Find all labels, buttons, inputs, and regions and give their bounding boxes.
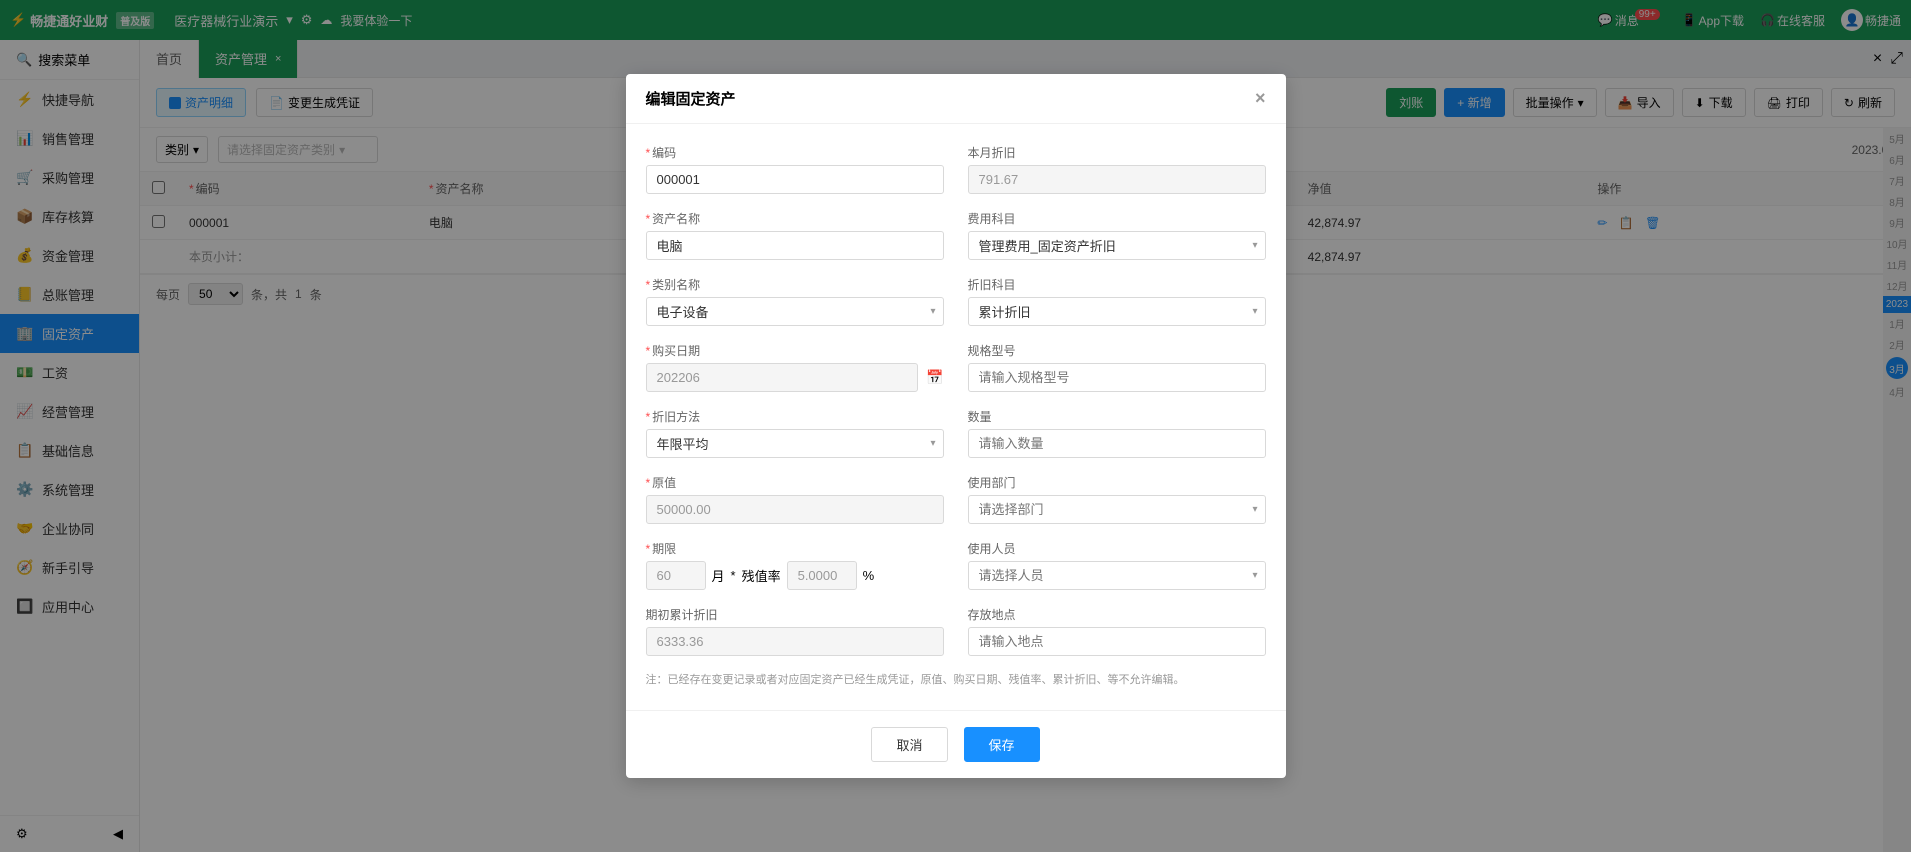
period-row: 月 * 残值率 % bbox=[646, 561, 944, 590]
form-item-code: * 编码 bbox=[646, 144, 944, 194]
residual-rate-input bbox=[787, 561, 857, 590]
form-item-initial-dep: 期初累计折旧 bbox=[646, 606, 944, 656]
dep-method-input[interactable] bbox=[646, 429, 944, 458]
initial-dep-input bbox=[646, 627, 944, 656]
edit-dialog: 编辑固定资产 × * 编码 本月折旧 bbox=[626, 74, 1286, 778]
form-item-period: * 期限 月 * 残值率 % bbox=[646, 540, 944, 590]
period-input bbox=[646, 561, 706, 590]
department-select-wrapper: ▾ bbox=[968, 495, 1266, 524]
form-item-purchase-date: * 购买日期 📅 bbox=[646, 342, 944, 392]
category-input[interactable] bbox=[646, 297, 944, 326]
cancel-button[interactable]: 取消 bbox=[871, 727, 947, 762]
dep-method-label: * 折旧方法 bbox=[646, 408, 944, 425]
name-input[interactable] bbox=[646, 231, 944, 260]
expense-subject-select-wrapper: ▾ bbox=[968, 231, 1266, 260]
user-input[interactable] bbox=[968, 561, 1266, 590]
save-button[interactable]: 保存 bbox=[964, 727, 1040, 762]
original-value-input bbox=[646, 495, 944, 524]
dep-subject-label: 折旧科目 bbox=[968, 276, 1266, 293]
user-select-wrapper: ▾ bbox=[968, 561, 1266, 590]
dialog-header: 编辑固定资产 × bbox=[626, 74, 1286, 124]
dialog-footer: 取消 保存 bbox=[626, 710, 1286, 778]
initial-dep-label: 期初累计折旧 bbox=[646, 606, 944, 623]
storage-input[interactable] bbox=[968, 627, 1266, 656]
dep-subject-input[interactable] bbox=[968, 297, 1266, 326]
spec-input[interactable] bbox=[968, 363, 1266, 392]
department-label: 使用部门 bbox=[968, 474, 1266, 491]
original-value-label: * 原值 bbox=[646, 474, 944, 491]
category-select-wrapper: ▾ bbox=[646, 297, 944, 326]
form-grid: * 编码 本月折旧 * 资产名称 bbox=[646, 144, 1266, 690]
form-item-dep-subject: 折旧科目 ▾ bbox=[968, 276, 1266, 326]
quantity-label: 数量 bbox=[968, 408, 1266, 425]
form-item-user: 使用人员 ▾ bbox=[968, 540, 1266, 590]
dep-subject-select-wrapper: ▾ bbox=[968, 297, 1266, 326]
form-item-quantity: 数量 bbox=[968, 408, 1266, 458]
form-item-expense-subject: 费用科目 ▾ bbox=[968, 210, 1266, 260]
dialog-title: 编辑固定资产 bbox=[646, 88, 736, 109]
form-item-category: * 类别名称 ▾ bbox=[646, 276, 944, 326]
user-label: 使用人员 bbox=[968, 540, 1266, 557]
monthly-dep-input bbox=[968, 165, 1266, 194]
form-item-name: * 资产名称 bbox=[646, 210, 944, 260]
purchase-date-group: 📅 bbox=[646, 363, 944, 392]
expense-subject-label: 费用科目 bbox=[968, 210, 1266, 227]
form-item-storage: 存放地点 bbox=[968, 606, 1266, 656]
quantity-input[interactable] bbox=[968, 429, 1266, 458]
purchase-date-label: * 购买日期 bbox=[646, 342, 944, 359]
dialog-note: 注：已经存在变更记录或者对应固定资产已经生成凭证，原值、购买日期、残值率、累计折… bbox=[646, 672, 1266, 690]
residual-rate-unit: % bbox=[863, 568, 875, 583]
form-item-spec: 规格型号 bbox=[968, 342, 1266, 392]
category-label: * 类别名称 bbox=[646, 276, 944, 293]
form-item-monthly-depreciation: 本月折旧 bbox=[968, 144, 1266, 194]
storage-label: 存放地点 bbox=[968, 606, 1266, 623]
period-unit: 月 bbox=[712, 566, 725, 585]
name-label: * 资产名称 bbox=[646, 210, 944, 227]
form-item-dep-method: * 折旧方法 ▾ bbox=[646, 408, 944, 458]
dep-method-select-wrapper: ▾ bbox=[646, 429, 944, 458]
department-input[interactable] bbox=[968, 495, 1266, 524]
form-item-original-value: * 原值 bbox=[646, 474, 944, 524]
dialog-close-icon[interactable]: × bbox=[1255, 88, 1266, 109]
modal-overlay: 编辑固定资产 × * 编码 本月折旧 bbox=[0, 0, 1911, 852]
purchase-date-input bbox=[646, 363, 919, 392]
code-input[interactable] bbox=[646, 165, 944, 194]
spec-label: 规格型号 bbox=[968, 342, 1266, 359]
expense-subject-input[interactable] bbox=[968, 231, 1266, 260]
monthly-dep-label: 本月折旧 bbox=[968, 144, 1266, 161]
code-label: * 编码 bbox=[646, 144, 944, 161]
dialog-body: * 编码 本月折旧 * 资产名称 bbox=[626, 124, 1286, 710]
period-label: * 期限 bbox=[646, 540, 944, 557]
form-item-department: 使用部门 ▾ bbox=[968, 474, 1266, 524]
calendar-icon[interactable]: 📅 bbox=[926, 369, 943, 386]
